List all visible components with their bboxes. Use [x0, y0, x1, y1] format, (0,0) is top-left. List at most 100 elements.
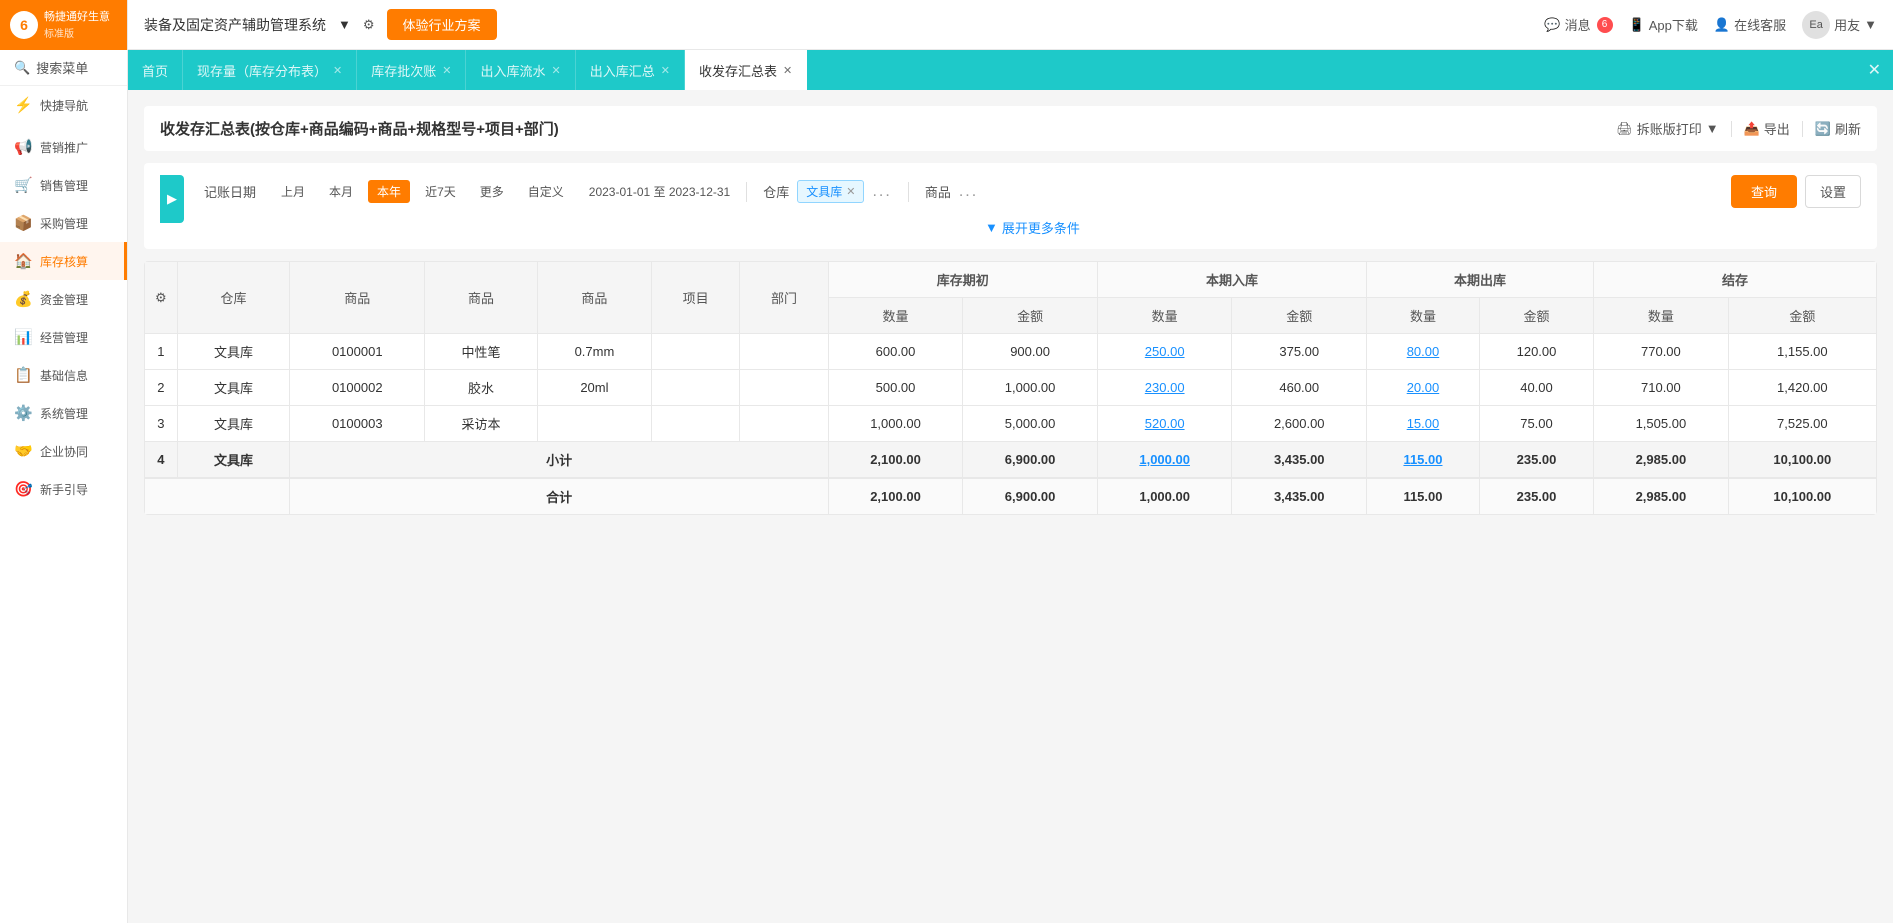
- col-warehouse-header: 仓库: [177, 262, 290, 334]
- refresh-icon: 🔄: [1815, 121, 1831, 137]
- row-spec: [537, 406, 651, 442]
- avatar: Ea: [1802, 11, 1830, 39]
- setting-btn[interactable]: 设置: [1805, 175, 1861, 208]
- filter-toggle[interactable]: ▶: [160, 175, 184, 223]
- row-bal-amt: 1,420.00: [1728, 370, 1876, 406]
- warehouse-more[interactable]: ...: [872, 183, 891, 201]
- row-code: 0100001: [290, 334, 425, 370]
- tab-home-label: 首页: [142, 61, 168, 80]
- tab-batch-close[interactable]: ✕: [442, 64, 451, 77]
- print-btn[interactable]: 🖨 拆账版打印 ▼: [1616, 119, 1718, 138]
- app-download-btn[interactable]: 📱 App下载: [1629, 15, 1698, 34]
- subtotal-out-amt: 235.00: [1479, 442, 1593, 479]
- tab-receive-send-close[interactable]: ✕: [783, 64, 792, 77]
- system-title: 装备及固定资产辅助管理系统: [144, 15, 326, 35]
- row-name: 采访本: [425, 406, 538, 442]
- table-settings-col[interactable]: ⚙: [145, 262, 178, 334]
- sidebar-item-operations[interactable]: 📊 经营管理: [0, 318, 127, 356]
- system-dropdown[interactable]: ▼: [338, 17, 351, 32]
- row-open-amt: 1,000.00: [963, 370, 1098, 406]
- subtotal-out-qty[interactable]: 115.00: [1367, 442, 1480, 479]
- filter-sep-1: [746, 182, 747, 202]
- user-menu[interactable]: Ea 用友 ▼: [1802, 11, 1877, 39]
- tab-summary[interactable]: 出入库汇总 ✕: [576, 50, 685, 90]
- subtotal-in-qty[interactable]: 1,000.00: [1097, 442, 1232, 479]
- warehouse-tag-close[interactable]: ✕: [846, 185, 855, 198]
- date-btn-last-month[interactable]: 上月: [272, 180, 314, 203]
- filter-sep-2: [908, 182, 909, 202]
- settings-icon[interactable]: ⚙: [363, 17, 375, 33]
- row-in-amt: 460.00: [1232, 370, 1367, 406]
- row-warehouse: 文具库: [177, 334, 290, 370]
- row-bal-qty: 770.00: [1594, 334, 1729, 370]
- row-in-qty[interactable]: 250.00: [1097, 334, 1232, 370]
- tab-summary-close[interactable]: ✕: [661, 64, 670, 77]
- logo-title: 畅捷通好生意: [44, 10, 110, 25]
- row-out-amt: 40.00: [1479, 370, 1593, 406]
- basic-info-icon: 📋: [14, 366, 32, 384]
- refresh-btn[interactable]: 🔄 刷新: [1815, 119, 1861, 138]
- query-btn[interactable]: 查询: [1731, 175, 1797, 208]
- row-open-amt: 5,000.00: [963, 406, 1098, 442]
- row-bal-qty: 710.00: [1594, 370, 1729, 406]
- sidebar-item-finance[interactable]: 💰 资金管理: [0, 280, 127, 318]
- expand-btn[interactable]: ▼ 展开更多条件: [985, 218, 1080, 237]
- row-in-amt: 375.00: [1232, 334, 1367, 370]
- finance-icon: 💰: [14, 290, 32, 308]
- group-balance-header: 结存: [1594, 262, 1877, 298]
- sidebar-item-marketing[interactable]: 📢 营销推广: [0, 128, 127, 166]
- row-out-amt: 120.00: [1479, 334, 1593, 370]
- row-name: 胶水: [425, 370, 538, 406]
- search-menu[interactable]: 🔍 搜索菜单: [0, 50, 127, 86]
- row-code: 0100003: [290, 406, 425, 442]
- row-warehouse: 文具库: [177, 370, 290, 406]
- message-badge: 6: [1597, 17, 1613, 33]
- col-name-header: 商品: [425, 262, 538, 334]
- sidebar-item-purchase[interactable]: 📦 采购管理: [0, 204, 127, 242]
- tab-flow[interactable]: 出入库流水 ✕: [466, 50, 575, 90]
- online-service-btn[interactable]: 👤 在线客服: [1714, 15, 1786, 34]
- tab-inventory-dist[interactable]: 现存量（库存分布表） ✕: [183, 50, 357, 90]
- row-project: [652, 406, 740, 442]
- sidebar-item-system[interactable]: ⚙️ 系统管理: [0, 394, 127, 432]
- tab-batch[interactable]: 库存批次账 ✕: [357, 50, 466, 90]
- date-btn-7days[interactable]: 近7天: [416, 180, 465, 203]
- row-out-qty[interactable]: 20.00: [1367, 370, 1480, 406]
- col-dept-header: 部门: [740, 262, 828, 334]
- row-out-qty[interactable]: 15.00: [1367, 406, 1480, 442]
- quick-nav-label: 快捷导航: [40, 97, 88, 114]
- row-open-qty: 1,000.00: [828, 406, 963, 442]
- goods-filter: 商品 ...: [925, 182, 978, 201]
- date-btn-this-month[interactable]: 本月: [320, 180, 362, 203]
- row-out-qty[interactable]: 80.00: [1367, 334, 1480, 370]
- row-in-qty[interactable]: 520.00: [1097, 406, 1232, 442]
- goods-more[interactable]: ...: [959, 183, 978, 201]
- sidebar-item-guide[interactable]: 🎯 新手引导: [0, 470, 127, 508]
- row-open-qty: 500.00: [828, 370, 963, 406]
- sidebar-item-sales[interactable]: 🛒 销售管理: [0, 166, 127, 204]
- sidebar-item-quick-nav[interactable]: ⚡ 快捷导航: [0, 86, 127, 124]
- row-warehouse: 文具库: [177, 406, 290, 442]
- tabbar-close[interactable]: ✕: [1856, 50, 1893, 90]
- row-in-qty[interactable]: 230.00: [1097, 370, 1232, 406]
- date-btn-more[interactable]: 更多: [471, 180, 513, 203]
- sidebar-item-basic-info[interactable]: 📋 基础信息: [0, 356, 127, 394]
- tab-home[interactable]: 首页: [128, 50, 183, 90]
- message-btn[interactable]: 💬 消息 6: [1544, 15, 1612, 34]
- purchase-icon: 📦: [14, 214, 32, 232]
- subtotal-in-amt: 3,435.00: [1232, 442, 1367, 479]
- tab-receive-send[interactable]: 收发存汇总表 ✕: [685, 50, 807, 90]
- sidebar-item-collab[interactable]: 🤝 企业协同: [0, 432, 127, 470]
- date-btn-custom[interactable]: 自定义: [519, 180, 573, 203]
- industry-btn[interactable]: 体验行业方案: [387, 9, 497, 40]
- total-placeholder: 合计: [290, 478, 828, 515]
- date-label: 记账日期: [204, 182, 256, 201]
- tab-inventory-dist-close[interactable]: ✕: [333, 64, 342, 77]
- topbar: 装备及固定资产辅助管理系统 ▼ ⚙ 体验行业方案 💬 消息 6 📱 App下载 …: [128, 0, 1893, 50]
- sidebar-item-inventory[interactable]: 🏠 库存核算: [0, 242, 127, 280]
- operations-label: 经营管理: [40, 329, 88, 346]
- date-btn-this-year[interactable]: 本年: [368, 180, 410, 203]
- export-btn[interactable]: 📤 导出: [1744, 119, 1790, 138]
- tab-flow-close[interactable]: ✕: [552, 64, 561, 77]
- row-bal-amt: 1,155.00: [1728, 334, 1876, 370]
